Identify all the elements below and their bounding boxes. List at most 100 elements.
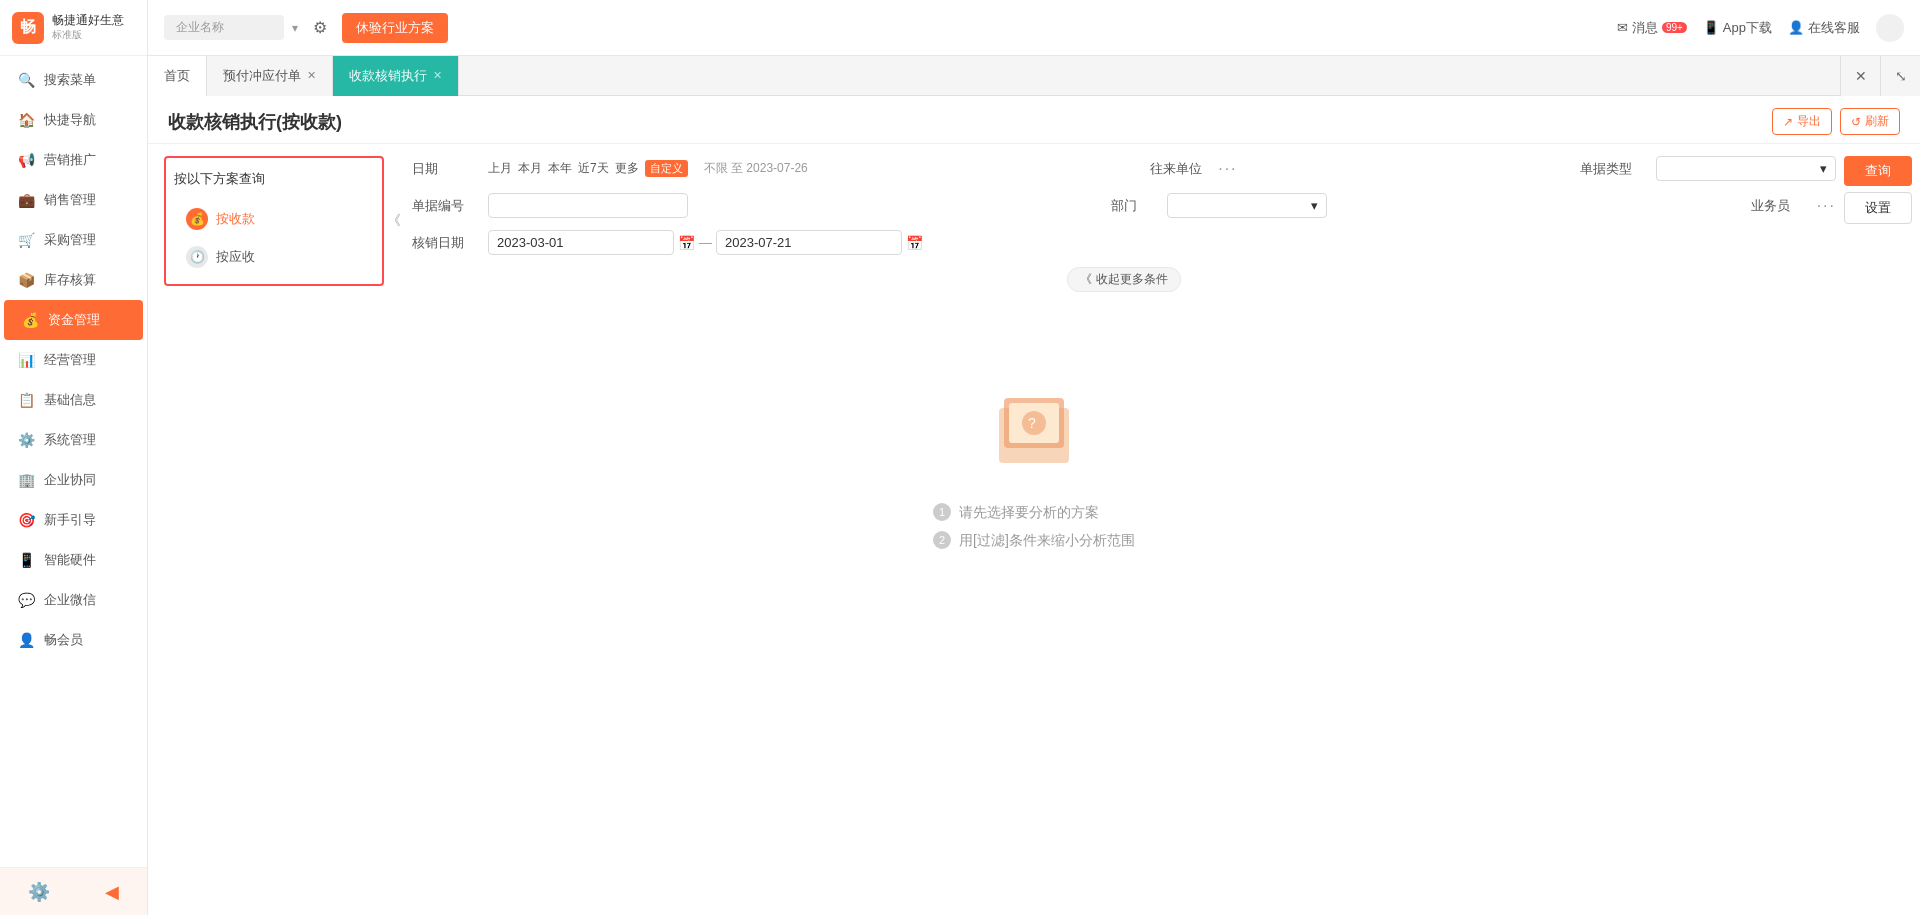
tab-close-action-icon[interactable]: ✕	[1840, 56, 1880, 96]
voucher-no-label: 单据编号	[412, 197, 472, 215]
sidebar-item-operations-label: 经营管理	[44, 351, 96, 369]
export-button[interactable]: ↗ 导出	[1772, 108, 1832, 135]
messages-button[interactable]: ✉ 消息 99+	[1617, 19, 1687, 37]
page-header: 收款核销执行(按收款) ↗ 导出 ↺ 刷新	[148, 96, 1920, 144]
filter-main-area: 日期 上月 本月 本年 近7天 更多 自定义 不限 至 2023-07-26 往…	[404, 144, 1844, 298]
voucher-type-label: 单据类型	[1580, 160, 1640, 178]
sidebar-item-finance[interactable]: 💰 资金管理	[4, 300, 143, 340]
date-custom-badge[interactable]: 自定义	[645, 160, 688, 177]
query-button[interactable]: 查询	[1844, 156, 1912, 186]
tab-prepay-close-icon[interactable]: ✕	[307, 69, 316, 82]
date-this-year[interactable]: 本年	[548, 160, 572, 177]
sidebar-item-operations[interactable]: 📊 经营管理	[0, 340, 147, 380]
verify-date-label: 核销日期	[412, 234, 472, 252]
tab-receipt-verify-close-icon[interactable]: ✕	[433, 69, 442, 82]
partner-dots-icon[interactable]: ···	[1218, 160, 1237, 178]
voucher-no-input[interactable]	[488, 193, 688, 218]
online-service-button[interactable]: 👤 在线客服	[1788, 19, 1860, 37]
message-bell-icon: ✉	[1617, 20, 1628, 35]
settings-icon[interactable]: ⚙	[306, 14, 334, 42]
sidebar-item-basic-info-label: 基础信息	[44, 391, 96, 409]
sidebar-item-quicknav[interactable]: 🏠 快捷导航	[0, 100, 147, 140]
verify-date-start-cal-icon[interactable]: 📅	[678, 235, 695, 251]
tabbar: 首页 预付冲应付单 ✕ 收款核销执行 ✕ ✕ ⤡	[148, 56, 1920, 96]
sidebar-item-system-label: 系统管理	[44, 431, 96, 449]
collapse-conditions-button[interactable]: 《 收起更多条件	[1067, 267, 1181, 292]
basic-info-icon: 📋	[16, 390, 36, 410]
date-more[interactable]: 更多	[615, 160, 639, 177]
verify-date-range: 📅 — 📅	[488, 230, 923, 255]
sidebar-item-hardware[interactable]: 📱 智能硬件	[0, 540, 147, 580]
sidebar-item-system[interactable]: ⚙️ 系统管理	[0, 420, 147, 460]
app-icon: 📱	[1703, 20, 1719, 35]
sidebar-item-marketing[interactable]: 📢 营销推广	[0, 140, 147, 180]
empty-illustration: ?	[974, 378, 1094, 478]
voucher-type-arrow-icon: ▾	[1820, 161, 1827, 176]
tab-receipt-verify[interactable]: 收款核销执行 ✕	[333, 56, 459, 96]
sidebar-item-member[interactable]: 👤 畅会员	[0, 620, 147, 660]
home-icon: 🏠	[16, 110, 36, 130]
sidebar-item-inventory[interactable]: 📦 库存核算	[0, 260, 147, 300]
sidebar-item-enterprise-label: 企业协同	[44, 471, 96, 489]
enterprise-icon: 🏢	[16, 470, 36, 490]
sidebar-item-enterprise[interactable]: 🏢 企业协同	[0, 460, 147, 500]
sidebar-navigation: 🔍 搜索菜单 🏠 快捷导航 📢 营销推广 💼 销售管理 🛒 采购管理 📦 库存核…	[0, 56, 147, 867]
date-7days[interactable]: 近7天	[578, 160, 609, 177]
date-sep-icon: —	[699, 235, 712, 250]
staff-dots-icon[interactable]: ···	[1817, 197, 1836, 215]
sidebar-item-guide[interactable]: 🎯 新手引导	[0, 500, 147, 540]
filter-option-by-receivable[interactable]: 🕐 按应收	[174, 238, 374, 276]
collapse-conditions-area: 《 收起更多条件	[412, 267, 1836, 292]
staff-label: 业务员	[1751, 197, 1801, 215]
sidebar-item-basic-info[interactable]: 📋 基础信息	[0, 380, 147, 420]
operations-icon: 📊	[16, 350, 36, 370]
sidebar-item-sales[interactable]: 💼 销售管理	[0, 180, 147, 220]
refresh-button[interactable]: ↺ 刷新	[1840, 108, 1900, 135]
svg-text:?: ?	[1028, 415, 1036, 431]
filter-option-by-receipt[interactable]: 💰 按收款	[174, 200, 374, 238]
verify-date-end-cal-icon[interactable]: 📅	[906, 235, 923, 251]
collapse-conditions-label: 收起更多条件	[1096, 271, 1168, 288]
collapse-sidebar-icon[interactable]: ◀	[105, 881, 119, 903]
by-receipt-icon: 💰	[186, 208, 208, 230]
verify-date-start-input[interactable]	[488, 230, 674, 255]
user-avatar[interactable]	[1876, 14, 1904, 42]
sidebar-item-wechat-label: 企业微信	[44, 591, 96, 609]
date-this-month[interactable]: 本月	[518, 160, 542, 177]
messages-badge: 99+	[1662, 22, 1687, 33]
empty-step-2: 2 用[过滤]条件来缩小分析范围	[933, 526, 1135, 554]
sidebar-item-guide-label: 新手引导	[44, 511, 96, 529]
export-label: 导出	[1797, 113, 1821, 130]
voucher-type-select[interactable]: ▾	[1656, 156, 1836, 181]
sidebar-item-purchase[interactable]: 🛒 采购管理	[0, 220, 147, 260]
tab-home[interactable]: 首页	[148, 56, 207, 96]
sidebar-item-inventory-label: 库存核算	[44, 271, 96, 289]
settings-button[interactable]: 设置	[1844, 192, 1912, 224]
filter-sidebar-title: 按以下方案查询	[174, 166, 374, 192]
collapse-up-icon: 《	[1080, 271, 1092, 288]
topbar-left: 企业名称 ▾ ⚙ 休验行业方案	[164, 13, 448, 43]
app-download-label: App下载	[1723, 19, 1772, 37]
by-receivable-label: 按应收	[216, 248, 255, 266]
step2-text: 用[过滤]条件来缩小分析范围	[959, 526, 1135, 554]
tab-prepay[interactable]: 预付冲应付单 ✕	[207, 56, 333, 96]
industry-solution-button[interactable]: 休验行业方案	[342, 13, 448, 43]
sidebar-item-search[interactable]: 🔍 搜索菜单	[0, 60, 147, 100]
filter-row-date: 日期 上月 本月 本年 近7天 更多 自定义 不限 至 2023-07-26 往…	[412, 156, 1836, 181]
date-last-month[interactable]: 上月	[488, 160, 512, 177]
verify-date-end-input[interactable]	[716, 230, 902, 255]
dept-select[interactable]: ▾	[1167, 193, 1327, 218]
settings-footer-icon[interactable]: ⚙️	[28, 881, 50, 903]
collapse-sidebar-button[interactable]: 《	[384, 156, 404, 286]
filter-row-voucher: 单据编号 部门 ▾ 业务员 ···	[412, 193, 1836, 218]
main-area: 企业名称 ▾ ⚙ 休验行业方案 ✉ 消息 99+ 📱 App下载 👤 在线客服	[148, 0, 1920, 915]
sidebar-item-wechat[interactable]: 💬 企业微信	[0, 580, 147, 620]
app-download-button[interactable]: 📱 App下载	[1703, 19, 1772, 37]
sidebar-footer: ⚙️ ◀	[0, 867, 147, 915]
tab-prepay-label: 预付冲应付单	[223, 67, 301, 85]
tab-expand-icon[interactable]: ⤡	[1880, 56, 1920, 96]
dropdown-arrow-icon[interactable]: ▾	[292, 21, 298, 35]
refresh-label: 刷新	[1865, 113, 1889, 130]
date-filter-label: 日期	[412, 160, 472, 178]
sidebar-item-finance-label: 资金管理	[48, 311, 100, 329]
